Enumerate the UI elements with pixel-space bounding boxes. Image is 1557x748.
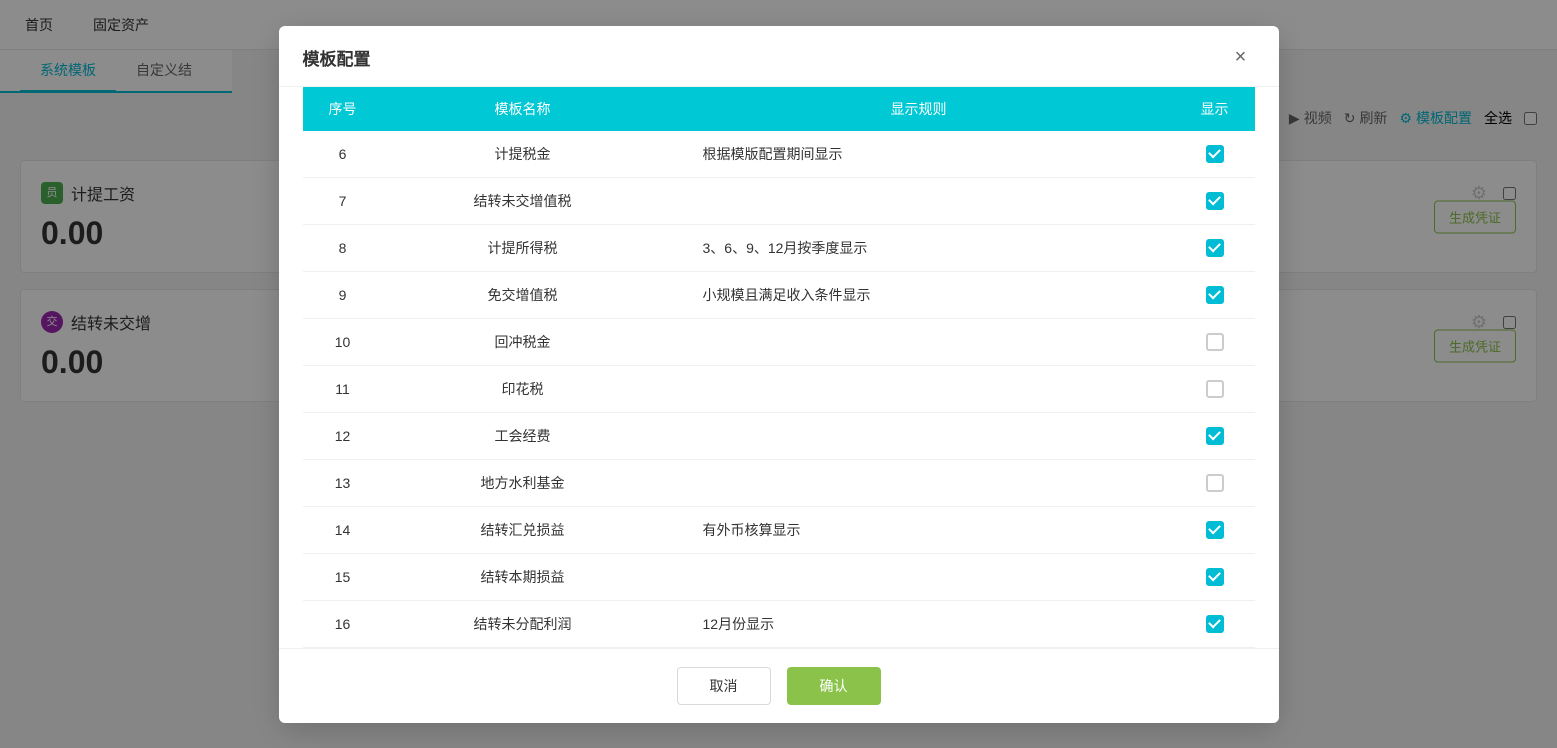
table-row: 10回冲税金 xyxy=(303,318,1255,365)
checkbox-7[interactable] xyxy=(1206,474,1224,492)
cell-num: 11 xyxy=(303,365,383,412)
cell-name: 计提所得税 xyxy=(383,224,663,271)
cell-checkbox[interactable] xyxy=(1175,131,1255,178)
cell-rule xyxy=(663,412,1175,459)
cell-rule: 3、6、9、12月按季度显示 xyxy=(663,224,1175,271)
cell-rule xyxy=(663,177,1175,224)
table-header-row: 序号 模板名称 显示规则 显示 xyxy=(303,87,1255,131)
table-row: 8计提所得税3、6、9、12月按季度显示 xyxy=(303,224,1255,271)
cell-num: 13 xyxy=(303,459,383,506)
cell-checkbox[interactable] xyxy=(1175,459,1255,506)
checkbox-0[interactable] xyxy=(1206,145,1224,163)
cell-num: 16 xyxy=(303,600,383,647)
cell-name: 印花税 xyxy=(383,365,663,412)
table-row: 7结转未交增值税 xyxy=(303,177,1255,224)
table-row: 14结转汇兑损益有外币核算显示 xyxy=(303,506,1255,553)
modal-body: 序号 模板名称 显示规则 显示 6计提税金根据模版配置期间显示7结转未交增值税8… xyxy=(279,87,1279,648)
cell-name: 结转汇兑损益 xyxy=(383,506,663,553)
modal-template-config: 模板配置 × 序号 模板名称 显示规则 显示 6计提税金根据模版配置期间显示7结… xyxy=(279,26,1279,723)
table-row: 9免交增值税小规模且满足收入条件显示 xyxy=(303,271,1255,318)
modal-close-button[interactable]: × xyxy=(1227,44,1255,72)
cell-name: 回冲税金 xyxy=(383,318,663,365)
col-header-num: 序号 xyxy=(303,87,383,131)
table-row: 13地方水利基金 xyxy=(303,459,1255,506)
checkbox-3[interactable] xyxy=(1206,286,1224,304)
cell-checkbox[interactable] xyxy=(1175,553,1255,600)
config-table: 序号 模板名称 显示规则 显示 6计提税金根据模版配置期间显示7结转未交增值税8… xyxy=(303,87,1255,648)
modal-footer: 取消 确认 xyxy=(279,648,1279,723)
cell-num: 14 xyxy=(303,506,383,553)
cell-name: 地方水利基金 xyxy=(383,459,663,506)
cell-name: 结转未交增值税 xyxy=(383,177,663,224)
cell-rule: 根据模版配置期间显示 xyxy=(663,131,1175,178)
checkbox-2[interactable] xyxy=(1206,239,1224,257)
cell-name: 免交增值税 xyxy=(383,271,663,318)
cell-checkbox[interactable] xyxy=(1175,177,1255,224)
cell-name: 结转未分配利润 xyxy=(383,600,663,647)
checkbox-5[interactable] xyxy=(1206,380,1224,398)
cell-name: 工会经费 xyxy=(383,412,663,459)
checkbox-10[interactable] xyxy=(1206,615,1224,633)
cell-num: 12 xyxy=(303,412,383,459)
cell-num: 15 xyxy=(303,553,383,600)
cell-num: 8 xyxy=(303,224,383,271)
cell-checkbox[interactable] xyxy=(1175,224,1255,271)
modal-title: 模板配置 xyxy=(303,45,371,70)
cell-num: 7 xyxy=(303,177,383,224)
cell-num: 9 xyxy=(303,271,383,318)
confirm-button[interactable]: 确认 xyxy=(787,667,881,705)
col-header-name: 模板名称 xyxy=(383,87,663,131)
cell-checkbox[interactable] xyxy=(1175,318,1255,365)
table-row: 11印花税 xyxy=(303,365,1255,412)
cell-name: 计提税金 xyxy=(383,131,663,178)
cell-checkbox[interactable] xyxy=(1175,412,1255,459)
checkbox-9[interactable] xyxy=(1206,568,1224,586)
cell-rule: 有外币核算显示 xyxy=(663,506,1175,553)
col-header-show: 显示 xyxy=(1175,87,1255,131)
checkbox-8[interactable] xyxy=(1206,521,1224,539)
cancel-button[interactable]: 取消 xyxy=(677,667,771,705)
cell-num: 10 xyxy=(303,318,383,365)
col-header-rule: 显示规则 xyxy=(663,87,1175,131)
cell-num: 6 xyxy=(303,131,383,178)
table-row: 15结转本期损益 xyxy=(303,553,1255,600)
cell-name: 结转本期损益 xyxy=(383,553,663,600)
cell-rule: 小规模且满足收入条件显示 xyxy=(663,271,1175,318)
cell-checkbox[interactable] xyxy=(1175,365,1255,412)
cell-checkbox[interactable] xyxy=(1175,600,1255,647)
cell-checkbox[interactable] xyxy=(1175,271,1255,318)
table-row: 6计提税金根据模版配置期间显示 xyxy=(303,131,1255,178)
cell-rule xyxy=(663,365,1175,412)
checkbox-6[interactable] xyxy=(1206,427,1224,445)
table-row: 16结转未分配利润12月份显示 xyxy=(303,600,1255,647)
table-row: 12工会经费 xyxy=(303,412,1255,459)
cell-checkbox[interactable] xyxy=(1175,506,1255,553)
cell-rule: 12月份显示 xyxy=(663,600,1175,647)
modal-overlay: 模板配置 × 序号 模板名称 显示规则 显示 6计提税金根据模版配置期间显示7结… xyxy=(0,0,1557,748)
cell-rule xyxy=(663,459,1175,506)
cell-rule xyxy=(663,318,1175,365)
cell-rule xyxy=(663,553,1175,600)
modal-header: 模板配置 × xyxy=(279,26,1279,87)
checkbox-1[interactable] xyxy=(1206,192,1224,210)
checkbox-4[interactable] xyxy=(1206,333,1224,351)
